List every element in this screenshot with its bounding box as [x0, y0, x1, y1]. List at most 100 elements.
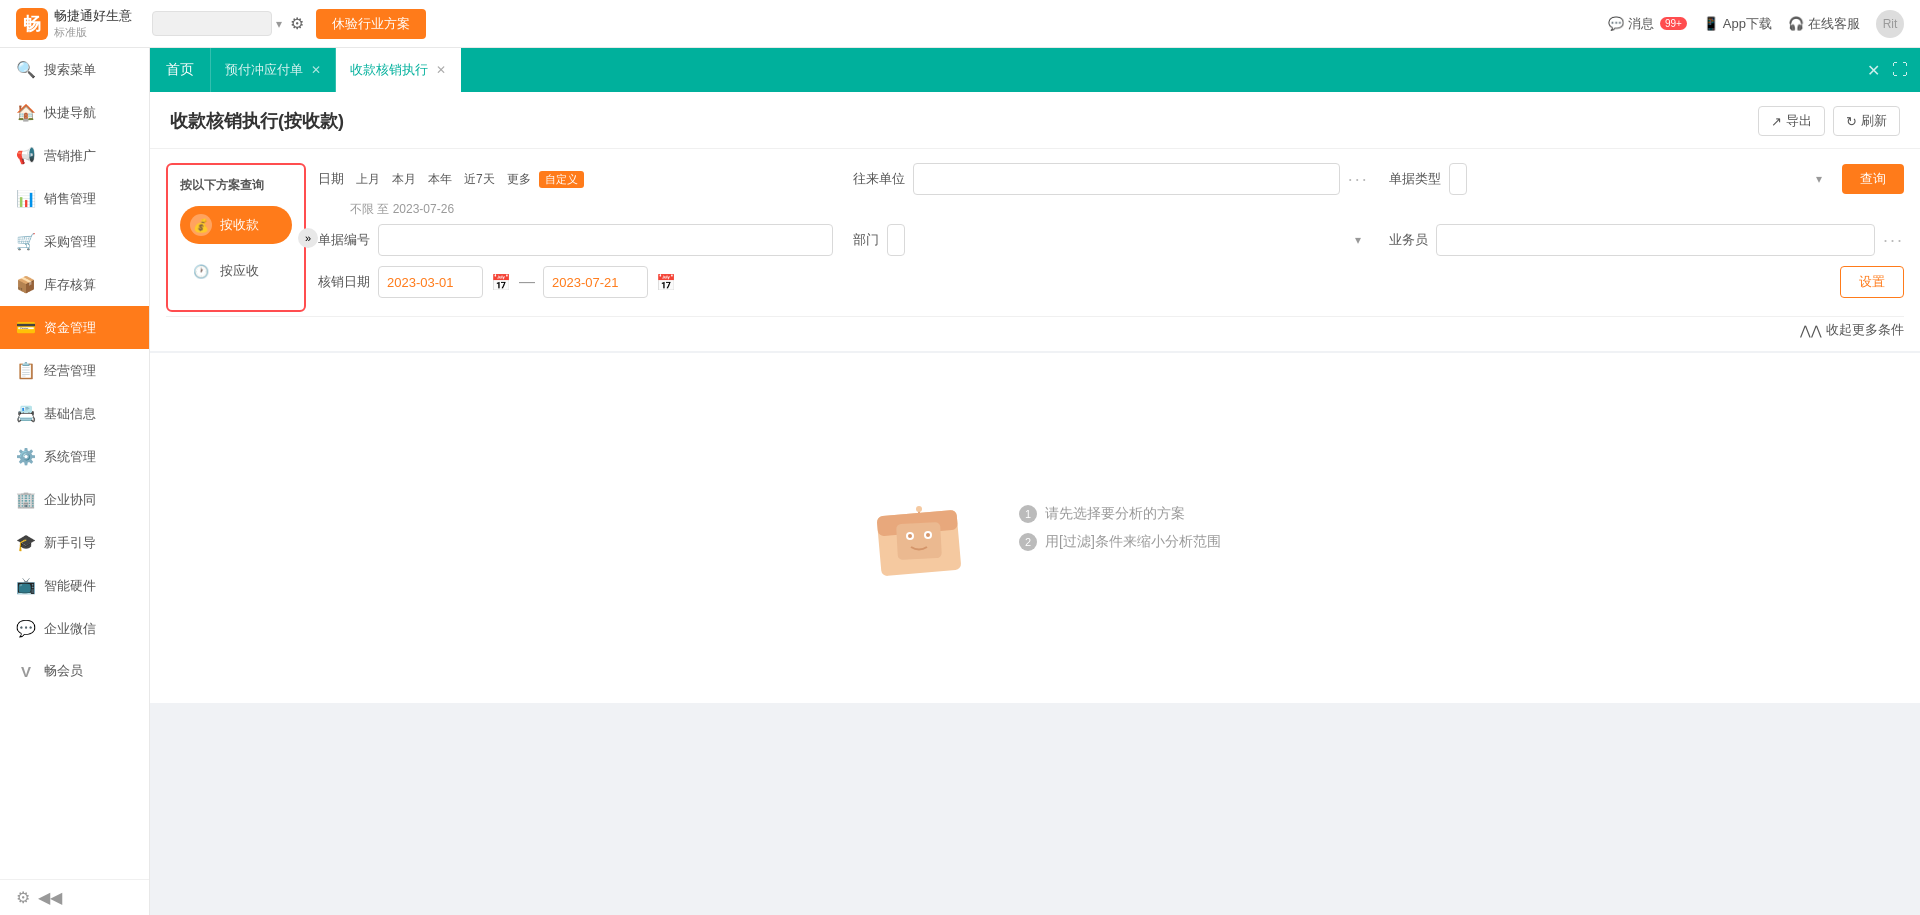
date-filter-row: 日期 上月 本月 本年 近7天 更多 自定义: [318, 163, 833, 195]
tab-close-prepay[interactable]: ✕: [311, 63, 321, 77]
refresh-icon: ↻: [1846, 114, 1857, 129]
breadcrumb-input[interactable]: [152, 11, 272, 36]
industry-solution-button[interactable]: 休验行业方案: [316, 9, 426, 39]
chevron-down-icon[interactable]: ▾: [276, 17, 282, 31]
member-icon: V: [16, 663, 36, 680]
quick-btn-this-year[interactable]: 本年: [424, 169, 456, 190]
close-tab-button[interactable]: ✕: [1863, 57, 1884, 84]
avatar: Rit: [1876, 10, 1904, 38]
sidebar-bottom: ⚙ ◀◀: [0, 879, 149, 915]
sidebar-item-inventory[interactable]: 📦 库存核算: [0, 263, 149, 306]
empty-state: 1 请先选择要分析的方案 2 用[过滤]条件来缩小分析范围: [150, 353, 1920, 703]
guide-icon: 🎓: [16, 533, 36, 552]
sidebar: 🔍 搜索菜单 🏠 快捷导航 📢 营销推广 📊 销售管理 🛒 采购管理 📦 库存核…: [0, 48, 150, 915]
partner-label: 往来单位: [853, 170, 905, 188]
collapse-more-button[interactable]: ⋀⋀ 收起更多条件: [1800, 321, 1904, 339]
staff-input[interactable]: [1436, 224, 1875, 256]
sidebar-item-system[interactable]: ⚙️ 系统管理: [0, 435, 149, 478]
tab-receipt-writeoff[interactable]: 收款核销执行 ✕: [336, 48, 461, 92]
quick-btn-this-month[interactable]: 本月: [388, 169, 420, 190]
header-right: 💬 消息 99+ 📱 App下载 🎧 在线客服 Rit: [1608, 10, 1904, 38]
sidebar-item-member[interactable]: V 畅会员: [0, 650, 149, 692]
svg-rect-2: [896, 522, 942, 560]
hint-num-1: 1: [1019, 505, 1037, 523]
writeoff-date-end-calendar-button[interactable]: 📅: [656, 273, 676, 292]
staff-dots-icon[interactable]: ···: [1883, 230, 1904, 251]
maximize-tab-button[interactable]: ⛶: [1888, 57, 1912, 83]
sidebar-item-basic-info[interactable]: 📇 基础信息: [0, 392, 149, 435]
app-download-action[interactable]: 📱 App下载: [1703, 15, 1772, 33]
collapse-sidebar-button[interactable]: ◀◀: [38, 888, 62, 907]
partner-input[interactable]: [913, 163, 1339, 195]
sidebar-item-purchase[interactable]: 🛒 采购管理: [0, 220, 149, 263]
sidebar-item-guide[interactable]: 🎓 新手引导: [0, 521, 149, 564]
inventory-icon: 📦: [16, 275, 36, 294]
header-left: 畅 畅捷通好生意 标准版 ▾ ⚙ 休验行业方案: [16, 7, 426, 40]
smart-hw-icon: 📺: [16, 576, 36, 595]
sidebar-item-smart-hw[interactable]: 📺 智能硬件: [0, 564, 149, 607]
filter-form: 日期 上月 本月 本年 近7天 更多 自定义: [318, 163, 1904, 308]
filter-selector-title: 按以下方案查询: [180, 177, 292, 194]
export-button[interactable]: ↗ 导出: [1758, 106, 1825, 136]
tab-close-receipt-writeoff[interactable]: ✕: [436, 63, 446, 77]
message-action[interactable]: 💬 消息 99+: [1608, 15, 1687, 33]
enterprise-icon: 🏢: [16, 490, 36, 509]
svg-point-6: [926, 533, 930, 537]
quick-btn-last-month[interactable]: 上月: [352, 169, 384, 190]
filter-option-by-receivable[interactable]: 🕐 按应收: [180, 252, 292, 290]
tab-bar: 首页 预付冲应付单 ✕ 收款核销执行 ✕ ✕ ⛶: [150, 48, 1920, 92]
receivable-option-icon: 🕐: [190, 260, 212, 282]
service-icon: 🎧: [1788, 16, 1804, 31]
page-header-bar: 收款核销执行(按收款) ↗ 导出 ↻ 刷新: [150, 92, 1920, 149]
partner-dots-icon[interactable]: ···: [1348, 169, 1369, 190]
doc-type-select[interactable]: [1449, 163, 1467, 195]
doc-no-input[interactable]: [378, 224, 833, 256]
writeoff-date-start-input[interactable]: [378, 266, 483, 298]
chevron-up-icon: ⋀⋀: [1800, 323, 1822, 338]
empty-illustration: [849, 473, 989, 583]
tab-prepay[interactable]: 预付冲应付单 ✕: [211, 48, 336, 92]
brand-version: 标准版: [54, 25, 132, 40]
empty-hint-2: 2 用[过滤]条件来缩小分析范围: [1019, 533, 1221, 551]
message-badge: 99+: [1660, 17, 1687, 30]
message-icon: 💬: [1608, 16, 1624, 31]
sidebar-item-sales[interactable]: 📊 销售管理: [0, 177, 149, 220]
brand: 畅 畅捷通好生意 标准版: [16, 7, 132, 40]
breadcrumb-area: ▾ ⚙: [152, 10, 308, 37]
dept-filter-row: 部门: [853, 224, 1368, 256]
sidebar-item-finance[interactable]: 💳 资金管理: [0, 306, 149, 349]
filter-selector: 按以下方案查询 💰 按收款 🕐 按应收 »: [166, 163, 306, 312]
content-wrapper: 收款核销执行(按收款) ↗ 导出 ↻ 刷新 按以: [150, 92, 1920, 915]
query-button[interactable]: 查询: [1842, 164, 1904, 194]
settings-bottom-button[interactable]: ⚙: [16, 888, 30, 907]
sidebar-item-wechat[interactable]: 💬 企业微信: [0, 607, 149, 650]
quick-btn-more[interactable]: 更多: [503, 169, 535, 190]
tab-home[interactable]: 首页: [150, 48, 211, 92]
refresh-button[interactable]: ↻ 刷新: [1833, 106, 1900, 136]
sidebar-item-operations[interactable]: 📋 经营管理: [0, 349, 149, 392]
dept-select[interactable]: [887, 224, 905, 256]
writeoff-date-start-calendar-button[interactable]: 📅: [491, 273, 511, 292]
sidebar-item-search-menu[interactable]: 🔍 搜索菜单: [0, 48, 149, 91]
basic-info-icon: 📇: [16, 404, 36, 423]
user-info[interactable]: Rit: [1876, 10, 1904, 38]
sidebar-item-enterprise[interactable]: 🏢 企业协同: [0, 478, 149, 521]
custom-date-tag: 自定义: [539, 171, 584, 188]
page-title: 收款核销执行(按收款): [170, 109, 344, 133]
brand-name: 畅捷通好生意: [54, 7, 132, 25]
sidebar-item-marketing[interactable]: 📢 营销推广: [0, 134, 149, 177]
doc-no-filter-row: 单据编号: [318, 224, 833, 256]
filter-option-by-receipt[interactable]: 💰 按收款: [180, 206, 292, 244]
empty-hint-1: 1 请先选择要分析的方案: [1019, 505, 1221, 523]
setting-button[interactable]: 设置: [1840, 266, 1904, 298]
collapse-filter-selector-button[interactable]: »: [298, 228, 318, 248]
system-icon: ⚙️: [16, 447, 36, 466]
writeoff-date-end-input[interactable]: [543, 266, 648, 298]
purchase-icon: 🛒: [16, 232, 36, 251]
quick-btn-7days[interactable]: 近7天: [460, 169, 499, 190]
doc-type-label: 单据类型: [1389, 170, 1441, 188]
online-service-action[interactable]: 🎧 在线客服: [1788, 15, 1860, 33]
receipt-option-icon: 💰: [190, 214, 212, 236]
gear-button[interactable]: ⚙: [286, 10, 308, 37]
sidebar-item-quick-nav[interactable]: 🏠 快捷导航: [0, 91, 149, 134]
